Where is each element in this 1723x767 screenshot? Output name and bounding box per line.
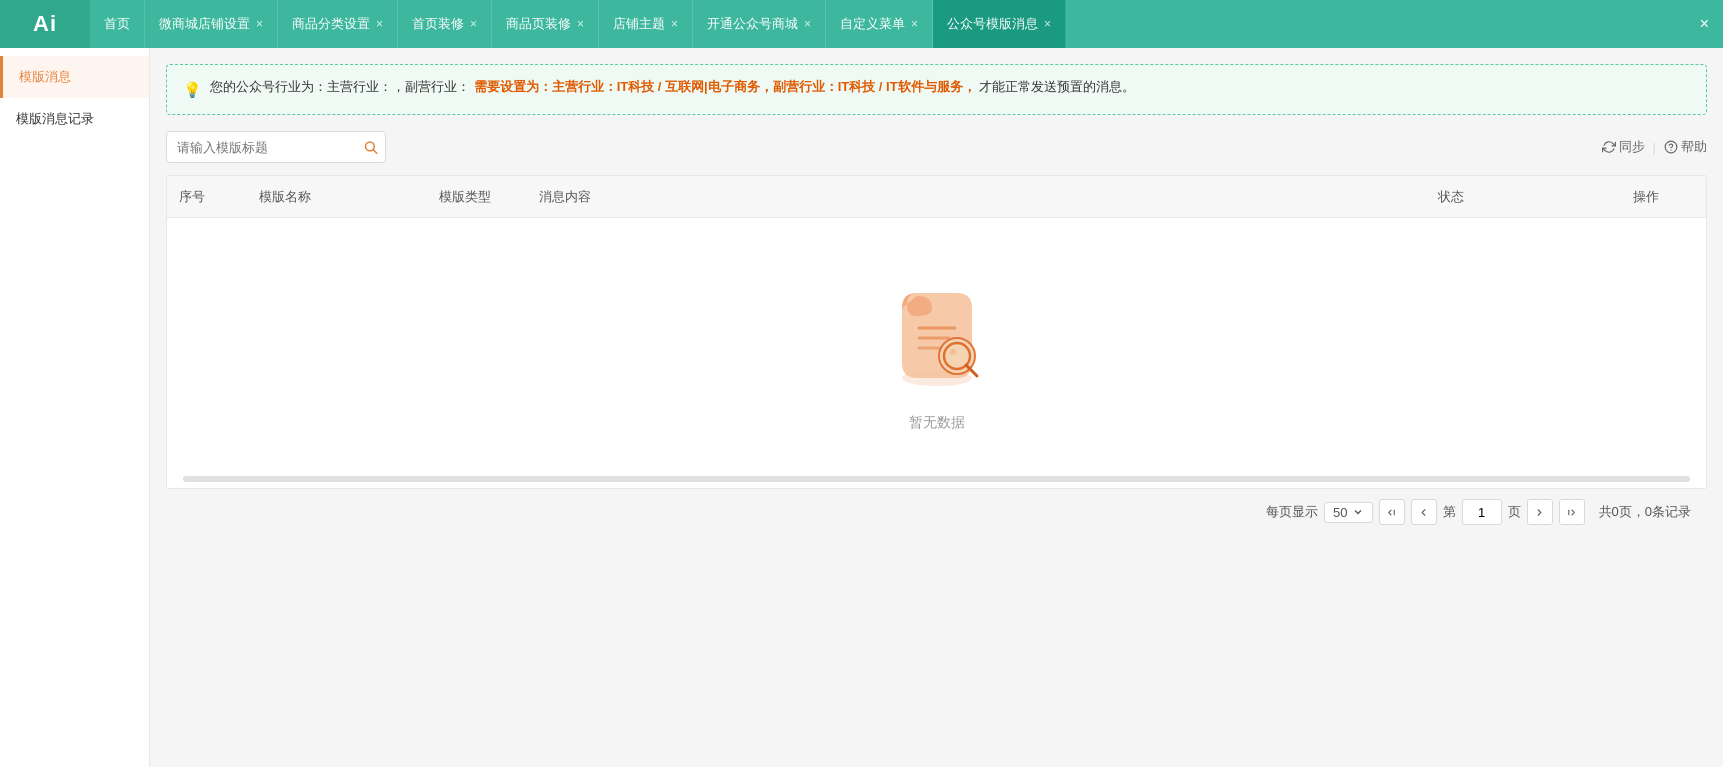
app-logo: Ai: [0, 0, 90, 48]
page-di-label: 第: [1443, 503, 1456, 521]
th-status: 状态: [1426, 188, 1586, 206]
alert-content: 您的公众号行业为：主营行业：，副营行业： 需要设置为：主营行业：IT科技 / 互…: [210, 77, 1135, 98]
nav-tab-7[interactable]: 自定义菜单×: [826, 0, 933, 48]
alert-icon: 💡: [183, 78, 202, 102]
search-input-wrap: [166, 131, 386, 163]
first-page-icon: [1386, 507, 1397, 518]
page-size-value: 50: [1333, 505, 1347, 520]
total-info: 共0页，0条记录: [1599, 503, 1691, 521]
help-button[interactable]: 帮助: [1664, 138, 1707, 156]
prev-page-button[interactable]: [1411, 499, 1437, 525]
nav-tab-8[interactable]: 公众号模版消息×: [933, 0, 1066, 48]
tab-close-icon-7[interactable]: ×: [911, 17, 918, 31]
nav-tab-6[interactable]: 开通公众号商城×: [693, 0, 826, 48]
last-page-icon: [1566, 507, 1577, 518]
sync-button[interactable]: 同步: [1602, 138, 1645, 156]
alert-highlight: 需要设置为：主营行业：IT科技 / 互联网|电子商务，副营行业：IT科技 / I…: [474, 79, 976, 94]
nav-tab-4[interactable]: 商品页装修×: [492, 0, 599, 48]
tab-close-icon-1[interactable]: ×: [256, 17, 263, 31]
nav-tab-0[interactable]: 首页: [90, 0, 145, 48]
content-area: 💡 您的公众号行业为：主营行业：，副营行业： 需要设置为：主营行业：IT科技 /…: [150, 48, 1723, 767]
page-size-label: 每页显示: [1266, 503, 1318, 521]
tab-close-icon-5[interactable]: ×: [671, 17, 678, 31]
tab-close-icon-3[interactable]: ×: [470, 17, 477, 31]
empty-icon: [877, 278, 997, 398]
page-number-input[interactable]: [1462, 499, 1502, 525]
search-input[interactable]: [166, 131, 386, 163]
main-layout: 模版消息模版消息记录 💡 您的公众号行业为：主营行业：，副营行业： 需要设置为：…: [0, 48, 1723, 767]
sidebar-item-1[interactable]: 模版消息记录: [0, 98, 149, 140]
nav-tab-1[interactable]: 微商城店铺设置×: [145, 0, 278, 48]
empty-text: 暂无数据: [909, 414, 965, 432]
scroll-area[interactable]: [167, 472, 1706, 488]
nav-tab-5[interactable]: 店铺主题×: [599, 0, 693, 48]
last-page-button[interactable]: [1559, 499, 1585, 525]
nav-tab-2[interactable]: 商品分类设置×: [278, 0, 398, 48]
search-actions: 同步 | 帮助: [1602, 138, 1707, 156]
chevron-down-icon: [1352, 506, 1364, 518]
next-page-button[interactable]: [1527, 499, 1553, 525]
nav-tab-3[interactable]: 首页装修×: [398, 0, 492, 48]
svg-point-11: [950, 349, 956, 355]
th-name: 模版名称: [247, 188, 427, 206]
scrollbar-track[interactable]: [183, 476, 1690, 482]
th-action: 操作: [1586, 188, 1706, 206]
search-bar: 同步 | 帮助: [166, 131, 1707, 163]
top-nav-bar: Ai 首页微商城店铺设置×商品分类设置×首页装修×商品页装修×店铺主题×开通公众…: [0, 0, 1723, 48]
page-size-select[interactable]: 50: [1324, 502, 1372, 523]
sidebar-item-0[interactable]: 模版消息: [0, 56, 149, 98]
pagination: 每页显示 50 第 页 共0页，0条记录: [166, 489, 1707, 533]
tab-close-icon-2[interactable]: ×: [376, 17, 383, 31]
table-header: 序号 模版名称 模版类型 消息内容 状态 操作: [167, 176, 1706, 218]
template-table: 序号 模版名称 模版类型 消息内容 状态 操作: [166, 175, 1707, 489]
page-unit-label: 页: [1508, 503, 1521, 521]
nav-tabs-container: 首页微商城店铺设置×商品分类设置×首页装修×商品页装修×店铺主题×开通公众号商城…: [90, 0, 1686, 48]
prev-page-icon: [1418, 507, 1429, 518]
first-page-button[interactable]: [1379, 499, 1405, 525]
svg-line-1: [373, 150, 376, 153]
next-page-icon: [1534, 507, 1545, 518]
th-type: 模版类型: [427, 188, 527, 206]
tab-close-icon-6[interactable]: ×: [804, 17, 811, 31]
th-seq: 序号: [167, 188, 247, 206]
empty-state: 暂无数据: [167, 218, 1706, 472]
th-content: 消息内容: [527, 188, 1426, 206]
tab-close-icon-4[interactable]: ×: [577, 17, 584, 31]
search-button[interactable]: [363, 140, 378, 155]
tab-close-icon-8[interactable]: ×: [1044, 17, 1051, 31]
close-all-button[interactable]: ×: [1686, 0, 1723, 48]
sidebar: 模版消息模版消息记录: [0, 48, 150, 767]
industry-alert: 💡 您的公众号行业为：主营行业：，副营行业： 需要设置为：主营行业：IT科技 /…: [166, 64, 1707, 115]
